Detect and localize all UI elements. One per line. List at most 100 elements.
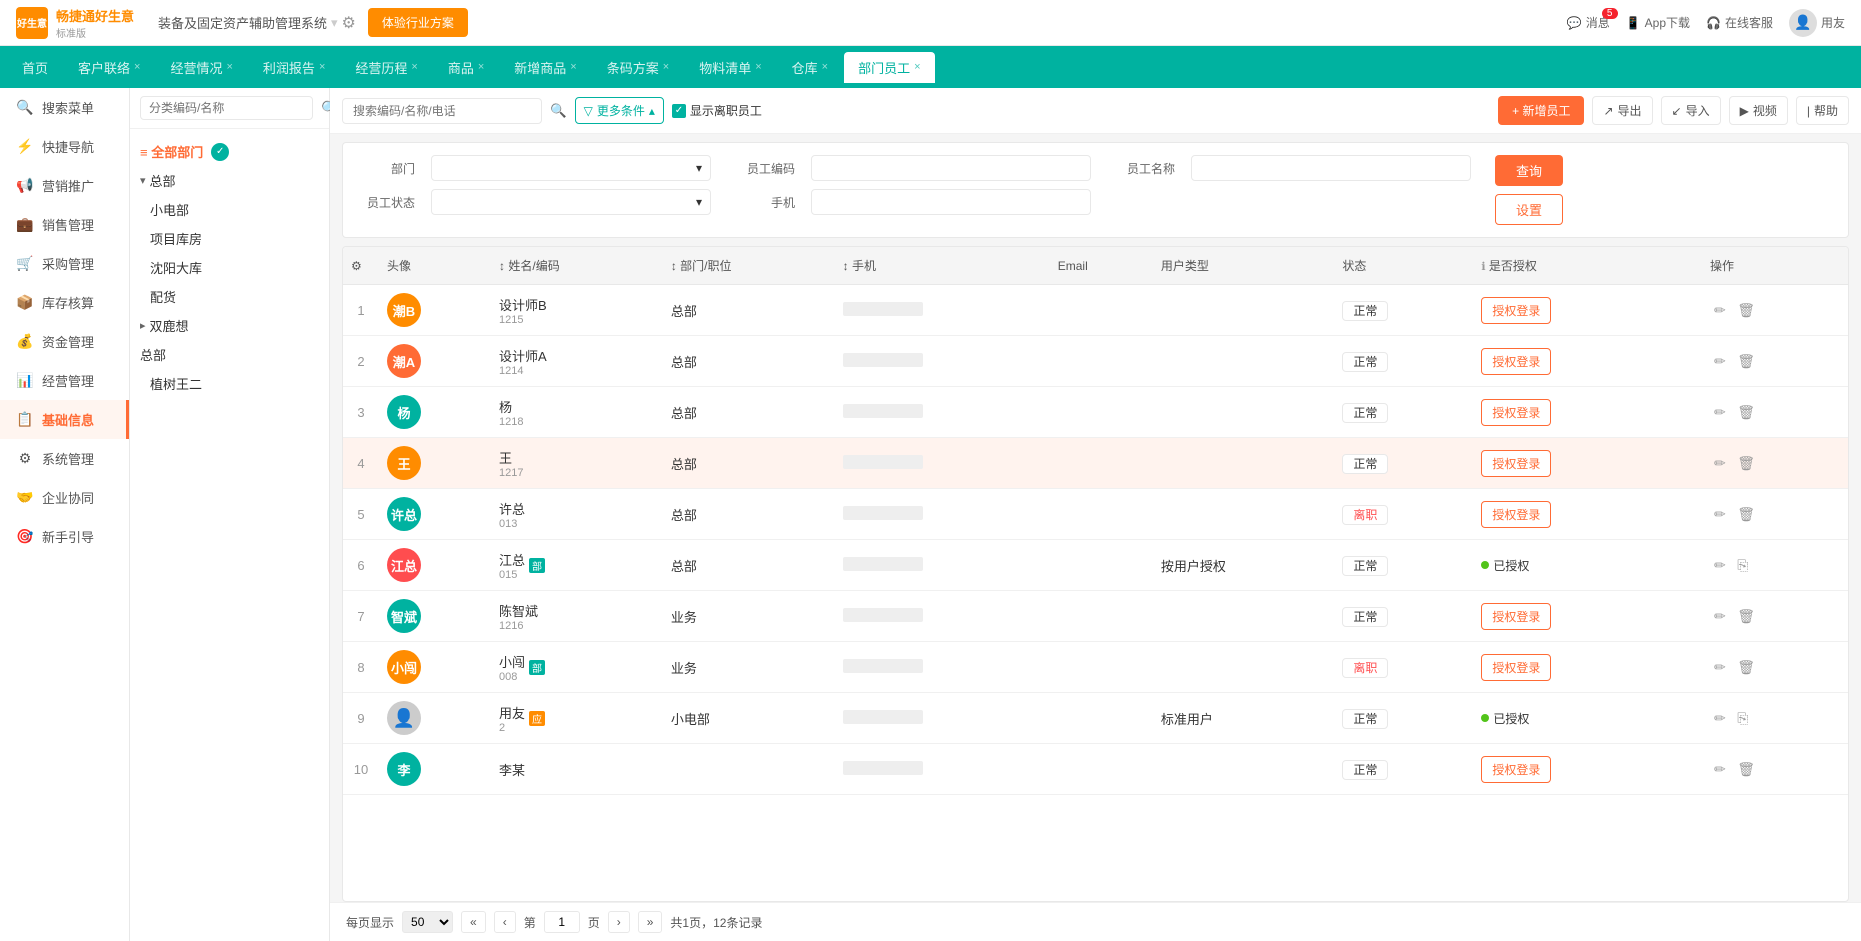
edit-btn[interactable]: ✏ — [1710, 708, 1730, 729]
sidebar-item-purchase[interactable]: 🛒 采购管理 — [0, 244, 129, 283]
edit-btn[interactable]: ✏ — [1710, 759, 1730, 780]
status-select[interactable]: ▾ — [431, 189, 711, 215]
next-page-btn[interactable]: › — [608, 911, 630, 933]
tab-history[interactable]: 经营历程 × — [341, 52, 431, 83]
tab-close[interactable]: × — [822, 61, 828, 73]
edit-btn[interactable]: ✏ — [1710, 555, 1730, 576]
auth-btn[interactable]: 授权登录 — [1481, 297, 1551, 324]
first-page-btn[interactable]: « — [461, 911, 486, 933]
settings-icon[interactable]: ⚙ — [342, 13, 356, 33]
delete-btn[interactable]: 🗑 — [1733, 759, 1759, 780]
edit-btn[interactable]: ✏ — [1710, 351, 1730, 372]
col-name[interactable]: ↕ 姓名/编码 — [491, 247, 663, 285]
tab-profit[interactable]: 利润报告 × — [249, 52, 339, 83]
show-resigned-toggle[interactable]: ✓ 显示离职员工 — [672, 102, 762, 119]
auth-btn[interactable]: 授权登录 — [1481, 654, 1551, 681]
dept-general[interactable]: ▾ 总部 — [130, 166, 329, 195]
tab-bom[interactable]: 物料清单 × — [685, 52, 775, 83]
user-action[interactable]: 👤 用友 — [1789, 9, 1845, 37]
tab-close[interactable]: × — [755, 61, 761, 73]
tab-warehouse[interactable]: 仓库 × — [778, 52, 842, 83]
auth-btn[interactable]: 授权登录 — [1481, 756, 1551, 783]
help-btn[interactable]: | 帮助 — [1796, 96, 1849, 125]
query-btn[interactable]: 查询 — [1495, 155, 1563, 186]
edit-btn[interactable]: ✏ — [1710, 504, 1730, 525]
col-phone[interactable]: ↕ 手机 — [835, 247, 1050, 285]
sidebar-item-guide[interactable]: 🎯 新手引导 — [0, 517, 129, 556]
copy-btn[interactable]: ⎘ — [1733, 555, 1752, 576]
filter-btn[interactable]: ▽ 更多条件 ▴ — [575, 97, 664, 124]
dept-shenyang[interactable]: 沈阳大库 — [130, 253, 329, 282]
edit-btn[interactable]: ✏ — [1710, 657, 1730, 678]
sidebar-item-sales[interactable]: 💼 销售管理 — [0, 205, 129, 244]
delete-btn[interactable]: 🗑 — [1733, 504, 1759, 525]
dept-distribution[interactable]: 配货 — [130, 282, 329, 311]
delete-btn[interactable]: 🗑 — [1733, 657, 1759, 678]
emp-code-input[interactable] — [811, 155, 1091, 181]
sidebar-item-search[interactable]: 🔍 搜索菜单 — [0, 88, 129, 127]
add-employee-btn[interactable]: + 新增员工 — [1498, 96, 1584, 125]
sidebar-item-finance[interactable]: 💰 资金管理 — [0, 322, 129, 361]
search-input[interactable] — [342, 98, 542, 124]
sidebar-item-inventory[interactable]: 📦 库存核算 — [0, 283, 129, 322]
tab-close[interactable]: × — [570, 61, 576, 73]
delete-btn[interactable]: 🗑 — [1733, 402, 1759, 423]
dept-select[interactable]: ▾ — [431, 155, 711, 181]
sidebar-item-collab[interactable]: 🤝 企业协同 — [0, 478, 129, 517]
tab-close[interactable]: × — [663, 61, 669, 73]
sidebar-item-marketing[interactable]: 📢 营销推广 — [0, 166, 129, 205]
dept-small-elec[interactable]: 小电部 — [130, 195, 329, 224]
message-action[interactable]: 💬 消息 5 — [1567, 14, 1610, 31]
tab-operation[interactable]: 经营情况 × — [156, 52, 246, 83]
app-download-action[interactable]: 📱 App下载 — [1626, 14, 1690, 31]
prev-page-btn[interactable]: ‹ — [494, 911, 516, 933]
tab-close[interactable]: × — [134, 61, 140, 73]
emp-name-input[interactable] — [1191, 155, 1471, 181]
tab-close[interactable]: × — [319, 61, 325, 73]
tab-close[interactable]: × — [411, 61, 417, 73]
dept-hq[interactable]: 总部 — [130, 340, 329, 369]
auth-btn[interactable]: 授权登录 — [1481, 603, 1551, 630]
phone-input[interactable] — [811, 189, 1091, 215]
sidebar-item-basic[interactable]: 📋 基础信息 — [0, 400, 129, 439]
tab-dept-employee[interactable]: 部门员工 × — [844, 52, 934, 83]
auth-btn[interactable]: 授权登录 — [1481, 399, 1551, 426]
tab-addgoods[interactable]: 新增商品 × — [500, 52, 590, 83]
tab-close[interactable]: × — [478, 61, 484, 73]
dept-all[interactable]: ≡ 全部部门 ✓ — [130, 137, 329, 166]
dept-shuanglu[interactable]: ▸ 双鹿想 — [130, 311, 329, 340]
last-page-btn[interactable]: » — [638, 911, 663, 933]
delete-btn[interactable]: 🗑 — [1733, 606, 1759, 627]
dept-project[interactable]: 项目库房 — [130, 224, 329, 253]
auth-btn[interactable]: 授权登录 — [1481, 501, 1551, 528]
view-btn[interactable]: ▶ 视频 — [1729, 96, 1788, 125]
tab-close[interactable]: × — [226, 61, 232, 73]
sidebar-item-management[interactable]: 📊 经营管理 — [0, 361, 129, 400]
auth-btn[interactable]: 授权登录 — [1481, 450, 1551, 477]
tab-customer[interactable]: 客户联络 × — [64, 52, 154, 83]
col-settings[interactable]: ⚙ — [343, 247, 379, 285]
edit-btn[interactable]: ✏ — [1710, 453, 1730, 474]
delete-btn[interactable]: 🗑 — [1733, 300, 1759, 321]
online-service-action[interactable]: 🎧 在线客服 — [1706, 14, 1773, 31]
auth-btn[interactable]: 授权登录 — [1481, 348, 1551, 375]
dept-search-input[interactable] — [140, 96, 313, 120]
edit-btn[interactable]: ✏ — [1710, 606, 1730, 627]
system-title-dropdown[interactable]: ▾ — [331, 15, 338, 31]
tab-home[interactable]: 首页 — [8, 52, 62, 83]
copy-btn[interactable]: ⎘ — [1733, 708, 1752, 729]
search-btn[interactable]: 🔍 — [550, 103, 567, 119]
tab-close-active[interactable]: × — [914, 61, 920, 73]
export-btn[interactable]: ↗ 导出 — [1592, 96, 1652, 125]
col-dept[interactable]: ↕ 部门/职位 — [663, 247, 835, 285]
tab-goods[interactable]: 商品 × — [434, 52, 498, 83]
per-page-select[interactable]: 50 100 — [402, 911, 453, 933]
edit-btn[interactable]: ✏ — [1710, 402, 1730, 423]
edit-btn[interactable]: ✏ — [1710, 300, 1730, 321]
set-btn[interactable]: 设置 — [1495, 194, 1563, 225]
delete-btn[interactable]: 🗑 — [1733, 351, 1759, 372]
sidebar-item-nav[interactable]: ⚡ 快捷导航 — [0, 127, 129, 166]
delete-btn[interactable]: 🗑 — [1733, 453, 1759, 474]
page-input[interactable] — [544, 911, 580, 933]
try-btn[interactable]: 体验行业方案 — [368, 8, 468, 37]
